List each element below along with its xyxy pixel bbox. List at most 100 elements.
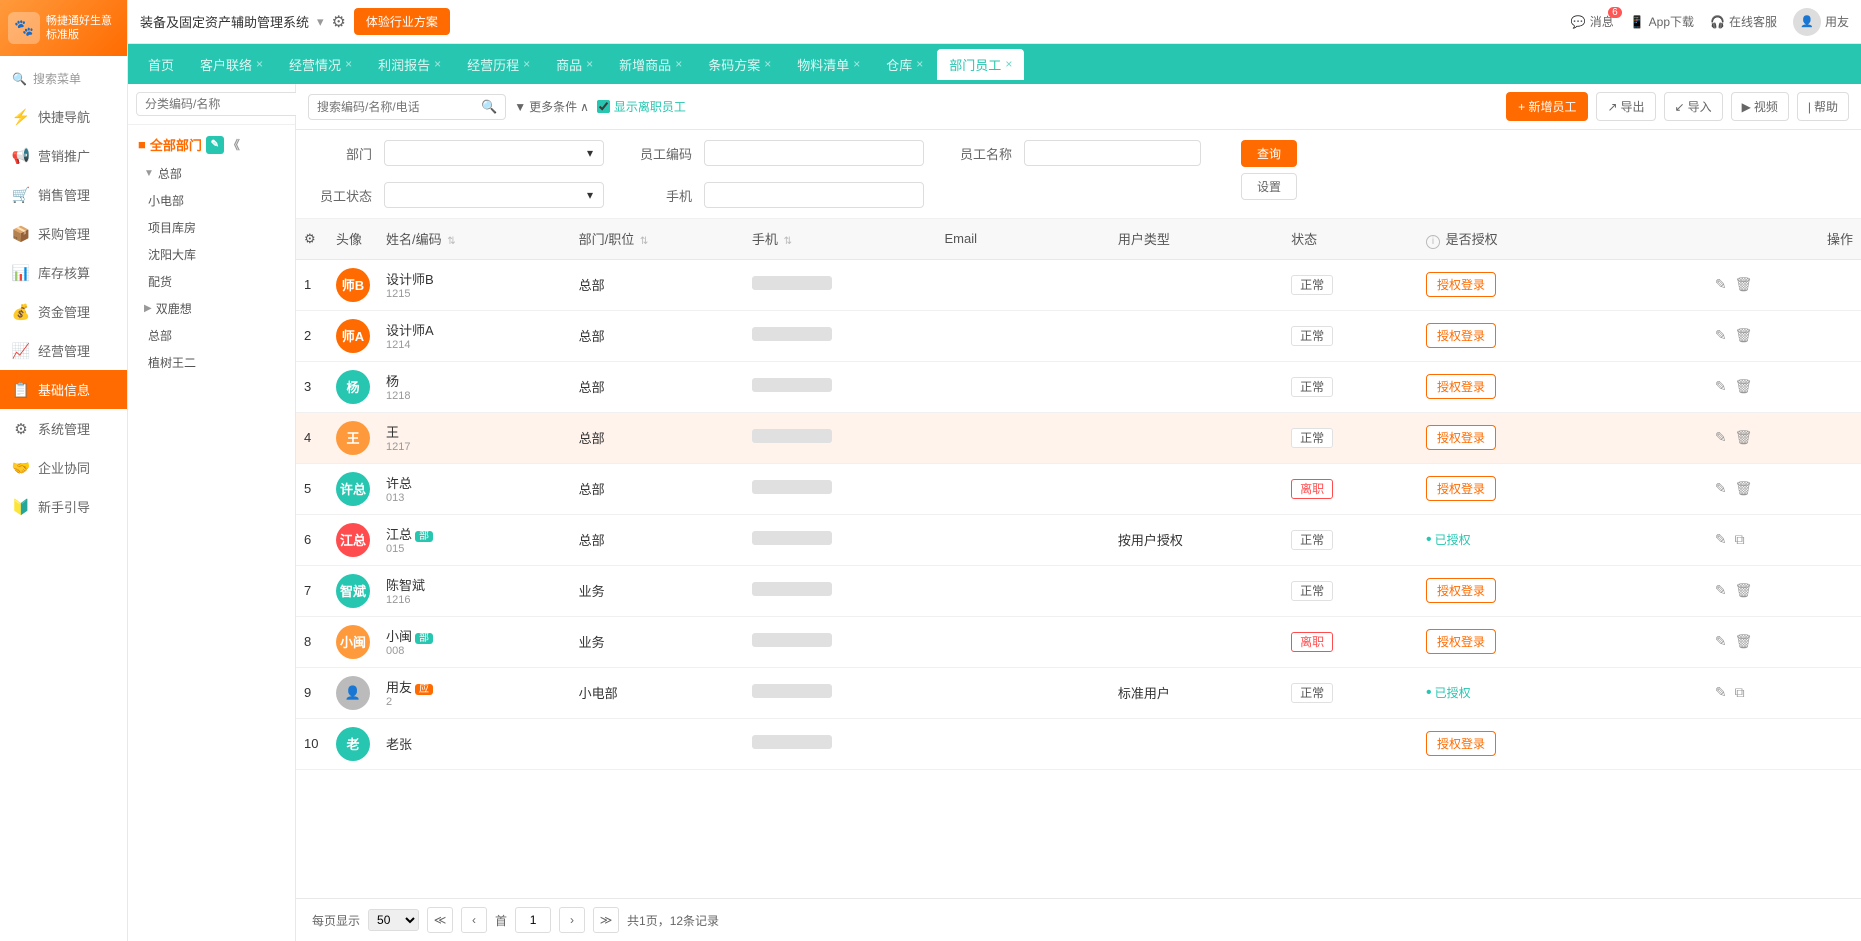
sidebar-item-system[interactable]: ⚙ 系统管理 — [0, 409, 127, 448]
auth-btn-8[interactable]: 授权登录 — [1426, 629, 1496, 654]
edit-icon-8[interactable]: ✎ — [1715, 633, 1727, 650]
prev-page-btn[interactable]: ‹ — [461, 907, 487, 933]
first-page-btn[interactable]: ≪ — [427, 907, 453, 933]
delete-icon-4[interactable]: 🗑 — [1735, 429, 1753, 446]
import-button[interactable]: ↙ 导入 — [1664, 92, 1723, 121]
dept-search-input[interactable] — [136, 92, 309, 116]
tab-staff[interactable]: 部门员工 × — [937, 49, 1024, 80]
auth-btn-7[interactable]: 授权登录 — [1426, 578, 1496, 603]
sidebar-item-purchase[interactable]: 📦 采购管理 — [0, 214, 127, 253]
col-settings[interactable]: ⚙ — [296, 219, 328, 259]
tab-barcode[interactable]: 条码方案 × — [696, 49, 783, 80]
delete-icon-3[interactable]: 🗑 — [1735, 378, 1753, 395]
edit-icon-6[interactable]: ✎ — [1715, 531, 1727, 548]
user-menu[interactable]: 👤 用友 — [1793, 8, 1849, 36]
phone-input[interactable] — [704, 182, 924, 208]
col-phone[interactable]: 手机 ⇅ — [744, 219, 937, 259]
sidebar-item-operations[interactable]: 📈 经营管理 — [0, 331, 127, 370]
sidebar-item-collab[interactable]: 🤝 企业协同 — [0, 448, 127, 487]
auth-info-icon[interactable]: i — [1426, 235, 1440, 249]
sidebar-item-inventory[interactable]: 📊 库存核算 — [0, 253, 127, 292]
search-icon[interactable]: 🔍 — [481, 99, 497, 115]
export-button[interactable]: ↗ 导出 — [1596, 92, 1655, 121]
edit-icon-5[interactable]: ✎ — [1715, 480, 1727, 497]
search-input[interactable] — [317, 100, 477, 114]
tab-bom[interactable]: 物料清单 × — [785, 49, 872, 80]
edit-icon-3[interactable]: ✎ — [1715, 378, 1727, 395]
view-button[interactable]: ▶ 视频 — [1731, 92, 1789, 121]
sidebar-item-basics[interactable]: 📋 基础信息 — [0, 370, 127, 409]
dropdown-arrow[interactable]: ▾ — [317, 14, 324, 30]
message-button[interactable]: 💬 消息 6 — [1571, 13, 1614, 30]
emp-name-input[interactable] — [1024, 140, 1201, 166]
auth-btn-2[interactable]: 授权登录 — [1426, 323, 1496, 348]
edit-icon-4[interactable]: ✎ — [1715, 429, 1727, 446]
dept-item-3[interactable]: 配货 — [128, 268, 295, 295]
show-resigned-checkbox[interactable] — [597, 100, 610, 113]
tab-profit[interactable]: 利润报告 × — [366, 49, 453, 80]
collapse-icon[interactable]: 《 — [228, 136, 240, 153]
sidebar-item-quicknav[interactable]: ⚡ 快捷导航 — [0, 97, 127, 136]
app-download-button[interactable]: 📱 App下载 — [1630, 13, 1694, 30]
tab-operations[interactable]: 经营情况 × — [277, 49, 364, 80]
auth-btn-3[interactable]: 授权登录 — [1426, 374, 1496, 399]
dept-item-0[interactable]: 小电部 — [128, 187, 295, 214]
per-page-select[interactable]: 50 100 — [368, 909, 419, 931]
edit-icon-9[interactable]: ✎ — [1715, 684, 1727, 701]
last-page-btn[interactable]: ≫ — [593, 907, 619, 933]
settings-icon[interactable]: ⚙ — [332, 12, 346, 32]
tab-bom-close[interactable]: × — [853, 57, 860, 71]
tab-add-goods[interactable]: 新增商品 × — [607, 49, 694, 80]
dept-item-5[interactable]: 总部 — [128, 322, 295, 349]
sidebar-item-sales[interactable]: 🛒 销售管理 — [0, 175, 127, 214]
dept-select[interactable]: ▾ — [384, 140, 604, 166]
help-button[interactable]: | 帮助 — [1797, 92, 1849, 121]
sidebar-item-guide[interactable]: 🔰 新手引导 — [0, 487, 127, 526]
delete-icon-1[interactable]: 🗑 — [1735, 276, 1753, 293]
edit-icon-2[interactable]: ✎ — [1715, 327, 1727, 344]
tab-staff-close[interactable]: × — [1005, 57, 1012, 71]
tab-warehouse-close[interactable]: × — [916, 57, 923, 71]
tab-profit-close[interactable]: × — [434, 57, 441, 71]
tab-home[interactable]: 首页 — [136, 49, 186, 80]
delete-icon-8[interactable]: 🗑 — [1735, 633, 1753, 650]
status-select[interactable]: ▾ — [384, 182, 604, 208]
col-dept[interactable]: 部门/职位 ⇅ — [571, 219, 744, 259]
emp-code-input[interactable] — [704, 140, 924, 166]
page-number-input[interactable] — [515, 907, 551, 933]
edit-icon-7[interactable]: ✎ — [1715, 582, 1727, 599]
reset-button[interactable]: 设置 — [1241, 173, 1297, 200]
more-filter-btn[interactable]: ▼ 更多条件 ∧ — [514, 98, 589, 115]
dept-all[interactable]: ■ 全部部门 ✎ 《 — [128, 129, 295, 160]
online-service-button[interactable]: 🎧 在线客服 — [1710, 13, 1777, 30]
tab-warehouse[interactable]: 仓库 × — [874, 49, 935, 80]
tab-journey[interactable]: 经营历程 × — [455, 49, 542, 80]
delete-icon-2[interactable]: 🗑 — [1735, 327, 1753, 344]
delete-icon-7[interactable]: 🗑 — [1735, 582, 1753, 599]
auth-btn-1[interactable]: 授权登录 — [1426, 272, 1496, 297]
dept-item-6[interactable]: 植树王二 — [128, 349, 295, 376]
sidebar-item-search[interactable]: 🔍 搜索菜单 — [0, 60, 127, 97]
tab-barcode-close[interactable]: × — [764, 57, 771, 71]
col-name[interactable]: 姓名/编码 ⇅ — [378, 219, 571, 259]
dept-item-2[interactable]: 沈阳大库 — [128, 241, 295, 268]
dept-group-shuangluxiang[interactable]: ▶ 双鹿想 — [128, 295, 295, 322]
sidebar-item-marketing[interactable]: 📢 营销推广 — [0, 136, 127, 175]
trial-button[interactable]: 体验行业方案 — [354, 8, 450, 35]
dept-edit-icon[interactable]: ✎ — [206, 136, 224, 154]
sidebar-item-finance[interactable]: 💰 资金管理 — [0, 292, 127, 331]
tab-journey-close[interactable]: × — [523, 57, 530, 71]
dept-item-1[interactable]: 项目库房 — [128, 214, 295, 241]
tab-goods-close[interactable]: × — [586, 57, 593, 71]
edit-icon-1[interactable]: ✎ — [1715, 276, 1727, 293]
tab-operations-close[interactable]: × — [345, 57, 352, 71]
delete-icon-5[interactable]: 🗑 — [1735, 480, 1753, 497]
tab-customer-close[interactable]: × — [256, 57, 263, 71]
copy-icon-9[interactable]: ⧉ — [1735, 684, 1745, 701]
query-button[interactable]: 查询 — [1241, 140, 1297, 167]
tab-goods[interactable]: 商品 × — [544, 49, 605, 80]
add-employee-button[interactable]: + 新增员工 — [1506, 92, 1588, 121]
auth-btn-5[interactable]: 授权登录 — [1426, 476, 1496, 501]
copy-icon-6[interactable]: ⧉ — [1735, 531, 1745, 548]
auth-btn-10[interactable]: 授权登录 — [1426, 731, 1496, 756]
